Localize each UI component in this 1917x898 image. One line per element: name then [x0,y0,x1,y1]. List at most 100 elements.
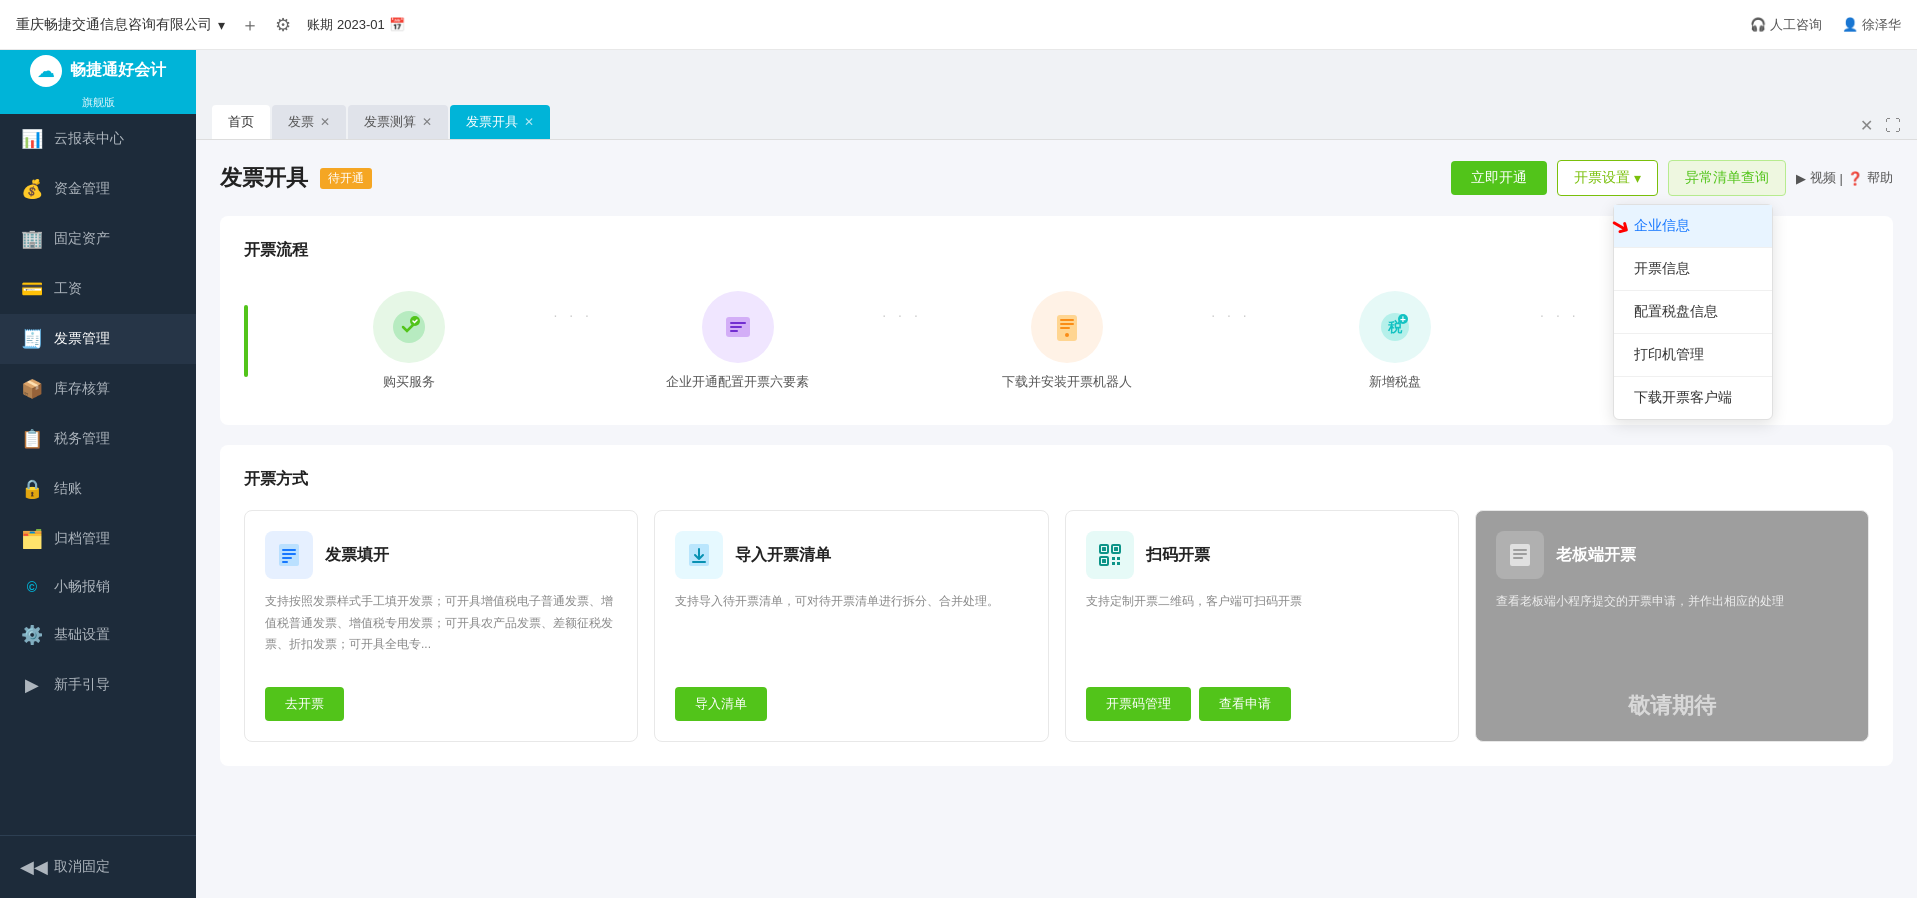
consult-btn[interactable]: 🎧 人工咨询 [1750,16,1822,34]
method-card-fill: 发票填开 支持按照发票样式手工填开发票；可开具增值税电子普通发票、增值税普通发票… [244,510,638,742]
dropdown-download-client[interactable]: 下载开票客户端 [1614,377,1772,419]
settings-btn[interactable]: 开票设置 ▾ [1557,160,1658,196]
tab-home[interactable]: 首页 [212,105,270,139]
dropdown-tax-disk[interactable]: 配置税盘信息 [1614,291,1772,333]
dropdown-enterprise-info[interactable]: 企业信息 [1614,205,1772,247]
gudingzichan-icon: 🏢 [20,228,44,250]
svg-rect-32 [1112,557,1115,560]
yunbao-icon: 📊 [20,128,44,150]
top-actions: ＋ ⚙ 账期 2023-01 📅 [241,13,405,37]
period-info: 账期 2023-01 📅 [307,16,405,34]
sidebar-item-yunbao[interactable]: 📊 云报表中心 [0,114,196,164]
tab-home-label: 首页 [228,113,254,131]
maximize-window-btn[interactable]: ⛶ [1885,117,1901,135]
tab-fapiaokaiqu[interactable]: 发票开具 ✕ [450,105,550,139]
sidebar-item-kucun[interactable]: 📦 库存核算 [0,364,196,414]
import-card-icon [675,531,723,579]
sidebar-item-fapiao[interactable]: 🧾 发票管理 [0,314,196,364]
method-card-import: 导入开票清单 支持导入待开票清单，可对待开票清单进行拆分、合并处理。 导入清单 [654,510,1048,742]
activate-btn[interactable]: 立即开通 [1451,161,1547,195]
period-label: 账期 [307,16,333,34]
svg-point-0 [393,311,425,343]
close-window-btn[interactable]: ✕ [1860,116,1873,135]
sidebar-label-kucun: 库存核算 [54,380,110,398]
settings-dropdown: 企业信息 开票信息 配置税盘信息 打印机管理 [1613,204,1773,420]
step2-icon [702,291,774,363]
period-value: 2023-01 [337,17,385,32]
svg-rect-8 [1060,323,1074,325]
add-icon[interactable]: ＋ [241,13,259,37]
consult-label: 人工咨询 [1770,16,1822,34]
sidebar-item-shuiwu[interactable]: 📋 税务管理 [0,414,196,464]
import-card-title: 导入开票清单 [735,545,831,566]
video-help-btn[interactable]: ▶ 视频 | ❓ 帮助 [1796,169,1893,187]
jiezhang-icon: 🔒 [20,478,44,500]
scan-card-title: 扫码开票 [1146,545,1210,566]
step1-icon [373,291,445,363]
tab-fapiaocesuan-close[interactable]: ✕ [422,115,432,129]
svg-rect-38 [1513,553,1527,555]
question-icon: ❓ [1847,171,1863,186]
connector-3: · · · [1211,307,1250,375]
step4-label: 新增税盘 [1369,373,1421,391]
sidebar-item-xiaochang[interactable]: © 小畅报销 [0,564,196,610]
sidebar-label-jiezhang: 结账 [54,480,82,498]
sidebar-item-xinshouyindao[interactable]: ▶ 新手引导 [0,660,196,710]
separator: | [1840,171,1843,186]
svg-rect-23 [282,561,288,563]
tab-bar: 首页 发票 ✕ 发票测算 ✕ 发票开具 ✕ ✕ ⛶ [196,100,1917,140]
step2-label: 企业开通配置开票六要素 [666,373,809,391]
sidebar-bottom: ◀◀ 取消固定 [0,835,196,898]
user-label: 徐泽华 [1862,16,1901,34]
sidebar-item-quxiao[interactable]: ◀◀ 取消固定 [0,846,196,888]
tab-fapiaokaiqu-close[interactable]: ✕ [524,115,534,129]
company-dropdown-icon[interactable]: ▾ [218,17,225,33]
xinshouyindao-icon: ▶ [20,674,44,696]
calendar-icon[interactable]: 📅 [389,17,405,32]
page-title-area: 发票开具 待开通 [220,163,372,193]
method-card-scan: 扫码开票 支持定制开票二维码，客户端可扫码开票 开票码管理 查看申请 [1065,510,1459,742]
method-card-fill-header: 发票填开 [265,531,617,579]
tab-fapiaocesuan-label: 发票测算 [364,113,416,131]
sidebar-logo: ☁ 畅捷通好会计 旗舰版 [0,50,196,114]
sidebar-item-jiezhang[interactable]: 🔒 结账 [0,464,196,514]
user-area[interactable]: 👤 徐泽华 [1842,16,1901,34]
method-card-boss: 老板端开票 查看老板端小程序提交的开票申请，并作出相应的处理 敬请期待 [1475,510,1869,742]
tab-fapiao-label: 发票 [288,113,314,131]
dropdown-printer[interactable]: 打印机管理 [1614,334,1772,376]
scan-manage-btn[interactable]: 开票码管理 [1086,687,1191,721]
logo-title: 畅捷通好会计 [70,60,166,81]
company-selector[interactable]: 重庆畅捷交通信息咨询有限公司 ▾ [16,16,225,34]
sidebar-item-zijin[interactable]: 💰 资金管理 [0,164,196,214]
svg-rect-33 [1117,557,1120,560]
dropdown-invoice-info[interactable]: 开票信息 [1614,248,1772,290]
sidebar-label-xiaochang: 小畅报销 [54,578,110,596]
sidebar-scroll[interactable]: 📊 云报表中心 💰 资金管理 🏢 固定资产 💳 工资 🧾 发票管理 📦 库存核算… [0,114,196,835]
svg-rect-39 [1513,557,1523,559]
shuiwu-icon: 📋 [20,428,44,450]
abnormal-btn[interactable]: 异常清单查询 [1668,160,1786,196]
sidebar-label-quxiao: 取消固定 [54,858,110,876]
tab-fapiao[interactable]: 发票 ✕ [272,105,346,139]
method-card-scan-header: 扫码开票 [1086,531,1438,579]
fill-card-desc: 支持按照发票样式手工填开发票；可开具增值税电子普通发票、增值税普通发票、增值税专… [265,591,617,671]
page-actions: 立即开通 开票设置 ▾ 异常清单查询 ▶ 视频 | ❓ 帮助 企业信息 [1451,160,1893,196]
boss-overlay-text: 敬请期待 [1476,691,1868,721]
xiaochang-icon: © [20,579,44,595]
settings-btn-label: 开票设置 [1574,169,1630,187]
sidebar-item-jichushezhi[interactable]: ⚙️ 基础设置 [0,610,196,660]
method-cards: 发票填开 支持按照发票样式手工填开发票；可开具增值税电子普通发票、增值税普通发票… [244,510,1869,742]
chevron-down-icon: ▾ [1634,170,1641,186]
fill-go-btn[interactable]: 去开票 [265,687,344,721]
settings-icon[interactable]: ⚙ [275,14,291,36]
sidebar-item-guidang[interactable]: 🗂️ 归档管理 [0,514,196,564]
sidebar-item-gudingzichan[interactable]: 🏢 固定资产 [0,214,196,264]
import-btn[interactable]: 导入清单 [675,687,767,721]
scan-view-btn[interactable]: 查看申请 [1199,687,1291,721]
tab-fapiao-close[interactable]: ✕ [320,115,330,129]
logo-icon: ☁ [30,55,62,87]
connector-2: · · · [882,307,921,375]
tab-fapiaocesuan[interactable]: 发票测算 ✕ [348,105,448,139]
sidebar-item-gongzi[interactable]: 💳 工资 [0,264,196,314]
boss-card-title: 老板端开票 [1556,545,1636,566]
